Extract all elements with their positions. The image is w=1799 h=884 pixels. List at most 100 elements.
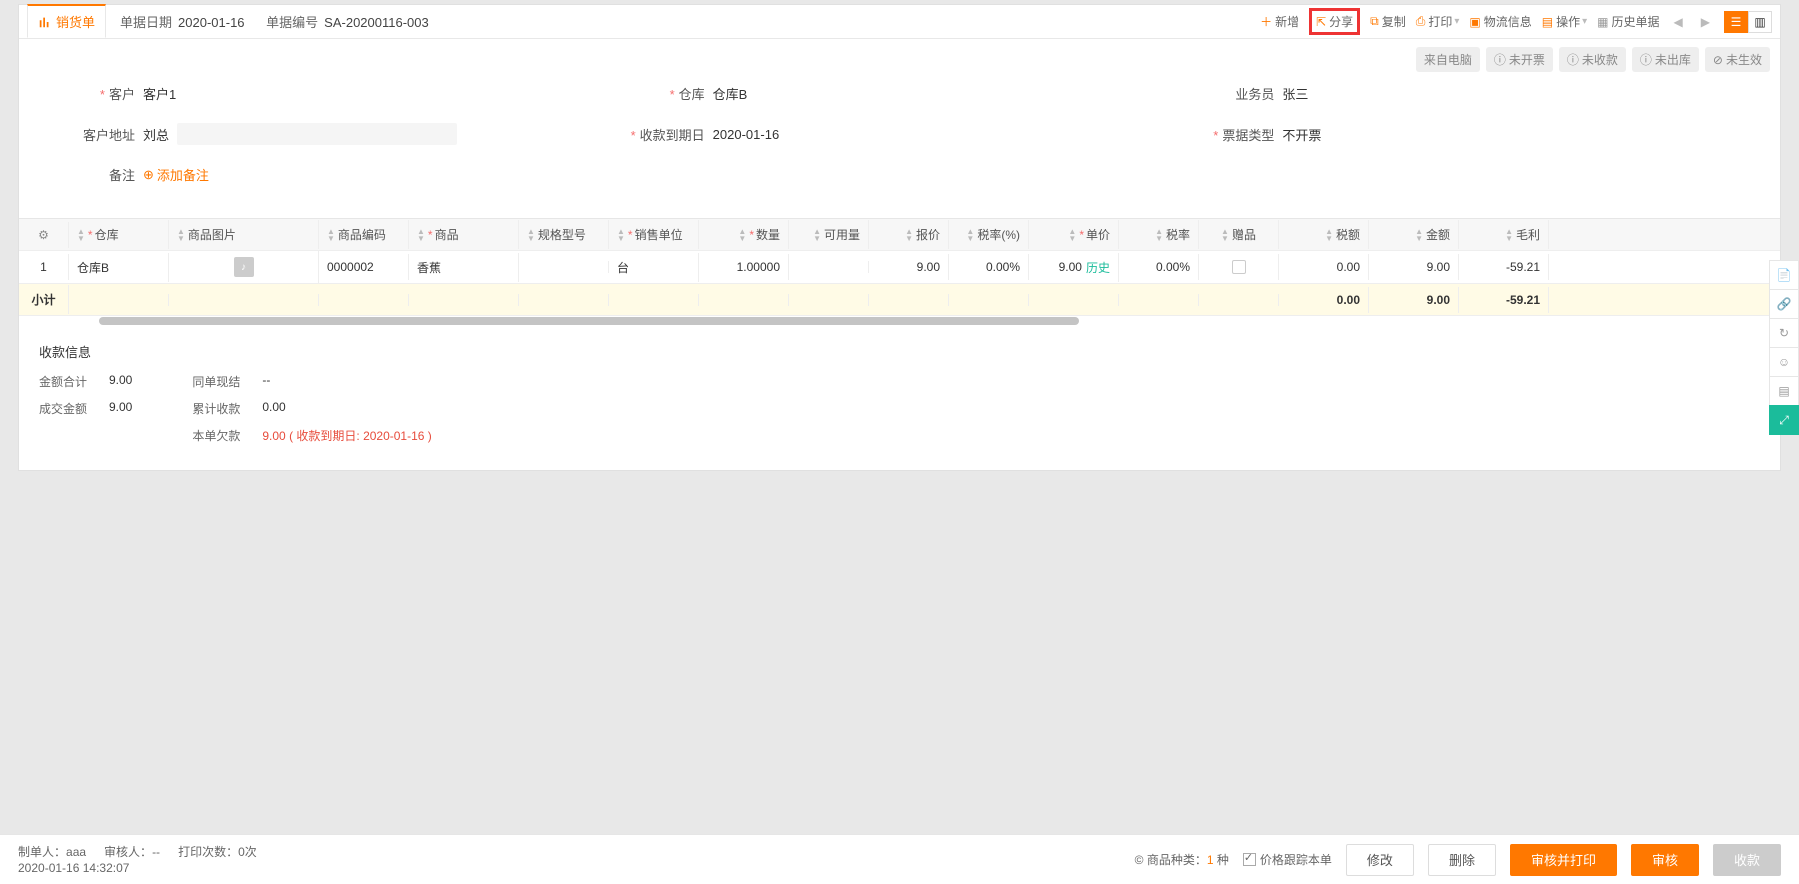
label-ticket: 票据类型: [1222, 128, 1274, 143]
ops-button[interactable]: ▤操作▾: [1542, 13, 1587, 30]
rail-refresh-icon[interactable]: ↻: [1769, 318, 1799, 348]
cum-amount: 0.00: [262, 400, 285, 417]
horizontal-scrollbar[interactable]: [19, 316, 1780, 326]
deal-amount: 9.00: [109, 400, 132, 417]
pill-invoice[interactable]: ⓘ未开票: [1486, 47, 1553, 72]
info-icon: ⓘ: [1494, 51, 1506, 68]
share-highlight: ⇱分享: [1309, 8, 1360, 35]
cash-amount: --: [262, 373, 270, 390]
value-address-name[interactable]: 刘总: [143, 125, 169, 144]
cell-price[interactable]: 9.00: [869, 254, 949, 280]
print-button[interactable]: ⎙打印▾: [1416, 13, 1460, 30]
label-note: 备注: [109, 168, 135, 183]
cell-idx: 1: [19, 254, 69, 280]
sort-icon[interactable]: [327, 228, 335, 242]
table-header: ⚙ *仓库 商品图片 商品编码 *商品 规格型号 *销售单位 *数量 可用量 报…: [19, 219, 1780, 251]
sort-icon[interactable]: [905, 228, 913, 242]
pill-source[interactable]: 来自电脑: [1416, 47, 1480, 72]
audit-button[interactable]: 审核: [1631, 844, 1699, 876]
view-compact[interactable]: ☰: [1724, 11, 1748, 33]
history-link[interactable]: 历史: [1086, 259, 1110, 276]
cell-spec[interactable]: [519, 261, 609, 273]
owe-amount: 9.00 ( 收款到期日: 2020-01-16 ): [262, 427, 431, 444]
delete-button[interactable]: 删除: [1428, 844, 1496, 876]
plus-circle-icon: ⊕: [143, 167, 154, 183]
payment-title: 收款信息: [39, 342, 1760, 361]
copy-button[interactable]: ⧉复制: [1370, 13, 1406, 30]
copy-icon: ⧉: [1370, 14, 1379, 29]
status-row: 来自电脑 ⓘ未开票 ⓘ未收款 ⓘ未出库 ⊘未生效: [19, 39, 1780, 80]
gift-checkbox[interactable]: [1232, 260, 1246, 274]
cell-code[interactable]: 0000002: [319, 254, 409, 280]
cell-unit[interactable]: 台: [609, 253, 699, 282]
rail-note-icon[interactable]: 📄: [1769, 260, 1799, 290]
audit-print-button[interactable]: 审核并打印: [1510, 844, 1617, 876]
gear-icon[interactable]: ⚙: [38, 228, 49, 242]
pill-stock[interactable]: ⓘ未出库: [1632, 47, 1699, 72]
pill-receive[interactable]: ⓘ未收款: [1559, 47, 1626, 72]
sort-icon[interactable]: [77, 228, 85, 242]
cell-taxamt[interactable]: 0.00: [1279, 254, 1369, 280]
receive-button[interactable]: 收款: [1713, 844, 1781, 876]
image-placeholder-icon[interactable]: ♪: [234, 257, 254, 277]
cell-warehouse[interactable]: 仓库B: [69, 253, 169, 282]
sort-icon[interactable]: [1325, 228, 1333, 242]
sort-icon[interactable]: [617, 228, 625, 242]
cell-profit[interactable]: -59.21: [1459, 254, 1549, 280]
plus-icon: ＋: [1260, 13, 1272, 30]
sort-icon[interactable]: [417, 228, 425, 242]
chevron-down-icon: ▾: [1582, 16, 1587, 27]
value-address-mask[interactable]: [177, 123, 457, 145]
value-salesman[interactable]: 张三: [1282, 84, 1308, 103]
cell-amount[interactable]: 9.00: [1369, 254, 1459, 280]
cell-unitprice[interactable]: 9.00历史: [1029, 253, 1119, 282]
sort-icon[interactable]: [527, 228, 535, 242]
sort-icon[interactable]: [1415, 228, 1423, 242]
prev-button[interactable]: ◀: [1670, 15, 1687, 29]
table-subtotal: 小计 0.00 9.00 -59.21: [19, 284, 1780, 316]
cell-name[interactable]: 香蕉: [409, 253, 519, 282]
cell-qty[interactable]: 1.00000: [699, 254, 789, 280]
value-warehouse[interactable]: 仓库B: [713, 84, 748, 103]
next-button[interactable]: ▶: [1697, 15, 1714, 29]
view-switch: ☰ ▥: [1724, 11, 1772, 33]
chevron-down-icon: ▾: [1454, 16, 1459, 27]
sort-icon[interactable]: [1068, 228, 1076, 242]
cell-taxrate[interactable]: 0.00%: [1119, 254, 1199, 280]
value-customer[interactable]: 客户1: [143, 84, 176, 103]
sort-icon[interactable]: [177, 228, 185, 242]
sort-icon[interactable]: [1155, 228, 1163, 242]
history-button[interactable]: ▦历史单据: [1597, 13, 1659, 30]
cell-avail[interactable]: [789, 261, 869, 273]
new-button[interactable]: ＋新增: [1260, 13, 1299, 30]
table-row[interactable]: 1 仓库B ♪ 0000002 香蕉 台 1.00000 9.00 0.00% …: [19, 251, 1780, 284]
header-meta: 单据日期2020-01-16 单据编号SA-20200116-003: [120, 12, 447, 31]
value-ticket[interactable]: 不开票: [1282, 125, 1321, 144]
track-checkbox[interactable]: 价格跟踪本单: [1243, 851, 1332, 868]
pill-effect[interactable]: ⊘未生效: [1705, 47, 1770, 72]
doc-tab-title: 销货单: [56, 12, 95, 31]
rail-user-icon[interactable]: ☺: [1769, 347, 1799, 377]
label-due: 收款到期日: [640, 128, 705, 143]
footer: 制单人：aaa 审核人：-- 打印次数：0次 2020-01-16 14:32:…: [0, 834, 1799, 884]
cell-taxpct[interactable]: 0.00%: [949, 254, 1029, 280]
logistics-button[interactable]: ▣物流信息: [1469, 13, 1531, 30]
sort-icon[interactable]: [1221, 228, 1229, 242]
rail-doc-icon[interactable]: ▤: [1769, 376, 1799, 406]
view-card[interactable]: ▥: [1748, 11, 1772, 33]
rail-expand-icon[interactable]: ⤢: [1769, 405, 1799, 435]
add-note-link[interactable]: ⊕添加备注: [143, 165, 209, 184]
total-amount: 9.00: [109, 373, 132, 390]
truck-icon: ▣: [1469, 15, 1480, 29]
header-bar: 销货单 单据日期2020-01-16 单据编号SA-20200116-003 ＋…: [19, 5, 1780, 39]
sort-icon[interactable]: [813, 228, 821, 242]
doc-tab[interactable]: 销货单: [27, 4, 106, 38]
share-button[interactable]: ⇱分享: [1316, 13, 1353, 30]
checkbox-icon: [1243, 853, 1256, 866]
sort-icon[interactable]: [966, 228, 974, 242]
edit-button[interactable]: 修改: [1346, 844, 1414, 876]
value-due[interactable]: 2020-01-16: [713, 127, 780, 142]
sort-icon[interactable]: [738, 228, 746, 242]
sort-icon[interactable]: [1505, 228, 1513, 242]
rail-attach-icon[interactable]: 🔗: [1769, 289, 1799, 319]
